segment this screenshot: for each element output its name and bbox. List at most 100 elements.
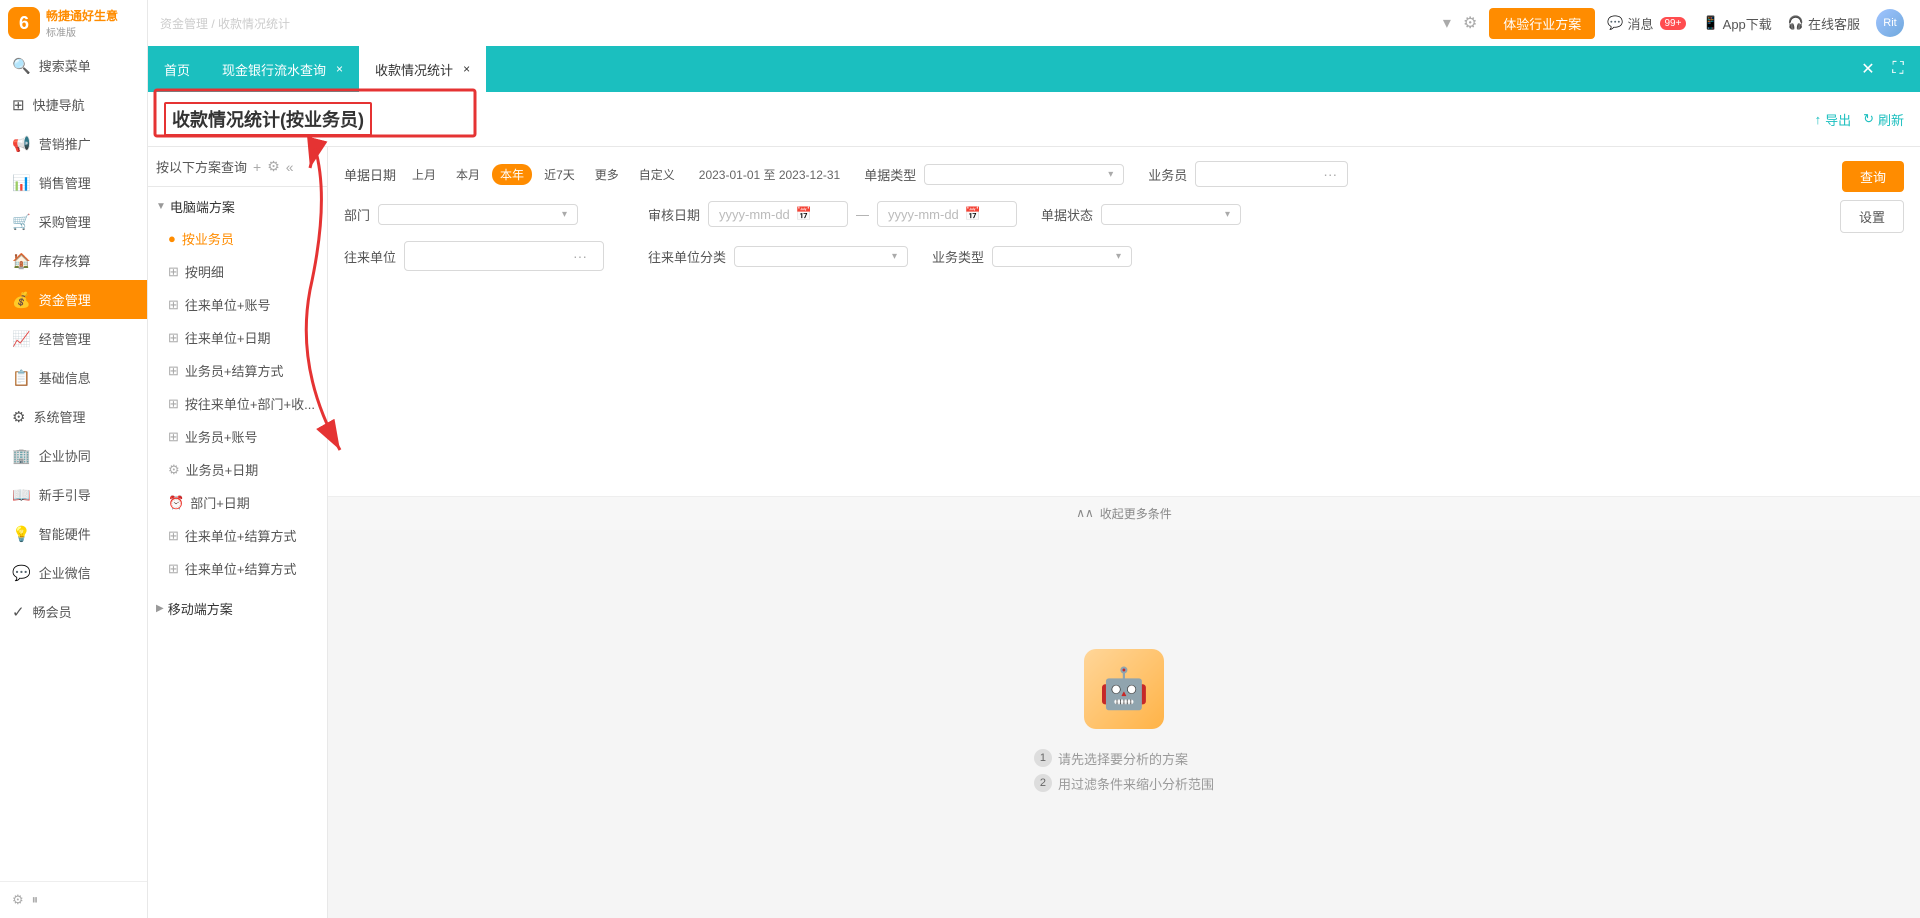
tab-bank-close[interactable]: × (336, 62, 343, 76)
sidebar-item-vip[interactable]: ✓ 畅会员 (0, 592, 147, 631)
date-tab-lastmonth[interactable]: 上月 (404, 164, 444, 185)
logo-icon: 6 (8, 7, 40, 39)
cp-settle1-label: 往来单位+结算方式 (185, 526, 297, 545)
salesman-more-icon[interactable]: ··· (1323, 166, 1337, 182)
online-service-nav[interactable]: 🎧 在线客服 (1788, 14, 1860, 33)
scheme-desktop-group-header[interactable]: ▼ 电脑端方案 (148, 191, 327, 222)
export-label: 导出 (1825, 110, 1851, 129)
sidebar-item-marketing[interactable]: 📢 营销推广 (0, 124, 147, 163)
date-tab-7days[interactable]: 近7天 (536, 164, 583, 185)
settings-bottom-icon[interactable]: ⚙ (12, 892, 24, 908)
scheme-item-cp-dept[interactable]: ⊞ 按往来单位+部门+收... (148, 387, 327, 420)
filter-group-review-date: 审核日期 yyyy-mm-dd 📅 — yyyy-mm-dd (648, 201, 1017, 227)
scheme-item-cp-acct[interactable]: ⊞ 往来单位+账号 (148, 288, 327, 321)
sm-acct-label: 业务员+账号 (185, 427, 258, 446)
scheme-item-cp-settle1[interactable]: ⊞ 往来单位+结算方式 (148, 519, 327, 552)
sidebar-item-finance[interactable]: 💰 资金管理 (0, 280, 147, 319)
edition-badge: 标准版 (46, 24, 118, 39)
sidebar-item-inventory[interactable]: 🏠 库存核算 (0, 241, 147, 280)
sidebar-item-hardware[interactable]: 💡 智能硬件 (0, 514, 147, 553)
sidebar-item-quicknav[interactable]: ⊞ 快捷导航 (0, 85, 147, 124)
tab-collection[interactable]: 收款情况统计 × (359, 46, 486, 92)
scheme-add-btn[interactable]: + (253, 159, 261, 175)
trial-btn[interactable]: 体验行业方案 (1489, 8, 1595, 39)
salesman-scheme-icon: ● (168, 231, 176, 246)
sidebar-item-purchase[interactable]: 🛒 采购管理 (0, 202, 147, 241)
scheme-setting-btn[interactable]: ⚙ (267, 158, 280, 175)
scheme-collapse-btn[interactable]: « (286, 159, 294, 175)
doc-status-select[interactable]: ▾ (1101, 204, 1241, 225)
filter-content: 按以下方案查询 + ⚙ « ▼ 电脑端方案 ● (148, 147, 1920, 918)
nav-settings-icon[interactable]: ⚙ (1463, 13, 1477, 33)
tab-collection-close[interactable]: × (463, 62, 470, 76)
collapse-bar[interactable]: ∧∧ 收起更多条件 (328, 496, 1920, 530)
filter-group-biz-type: 业务类型 ▾ (932, 246, 1132, 267)
counterpart-more-btn[interactable]: ··· (567, 246, 593, 266)
marketing-icon: 📢 (12, 135, 31, 153)
calendar-end-icon: 📅 (965, 206, 981, 222)
date-tab-thisyear[interactable]: 本年 (492, 164, 532, 185)
refresh-btn[interactable]: ↻ 刷新 (1863, 110, 1904, 129)
collapse-sidebar-icon[interactable]: ⏸ (32, 892, 39, 908)
export-icon: ↑ (1815, 112, 1822, 127)
filter-group-salesman: 业务员 ··· (1148, 161, 1348, 187)
sidebar-inventory-label: 库存核算 (39, 251, 91, 270)
sidebar-item-system[interactable]: ⚙ 系统管理 (0, 397, 147, 436)
doc-status-arrow: ▾ (1225, 209, 1230, 220)
biz-type-select[interactable]: ▾ (992, 246, 1132, 267)
message-nav[interactable]: 💬 消息 99+ (1607, 14, 1686, 33)
doctype-select[interactable]: ▾ (924, 164, 1124, 185)
review-date-start[interactable]: yyyy-mm-dd 📅 (708, 201, 848, 227)
scheme-item-sm-settle[interactable]: ⊞ 业务员+结算方式 (148, 354, 327, 387)
tab-home-label: 首页 (164, 60, 190, 79)
tab-close-all-btn[interactable]: ✕ (1854, 55, 1882, 83)
filter-group-doc-status: 单据状态 ▾ (1041, 204, 1241, 225)
review-date-end[interactable]: yyyy-mm-dd 📅 (877, 201, 1017, 227)
message-icon: 💬 (1607, 15, 1623, 31)
tab-expand-btn[interactable]: ⛶ (1884, 55, 1912, 83)
sales-icon: 📊 (12, 174, 31, 192)
cp-category-select[interactable]: ▾ (734, 246, 908, 267)
date-tab-custom[interactable]: 自定义 (631, 164, 683, 185)
scheme-item-dept-date[interactable]: ⏰ 部门+日期 (148, 486, 327, 519)
tab-home[interactable]: 首页 (148, 46, 206, 92)
setting-btn[interactable]: 设置 (1840, 200, 1904, 233)
sidebar-item-search[interactable]: 🔍 搜索菜单 (0, 46, 147, 85)
scheme-item-sm-acct[interactable]: ⊞ 业务员+账号 (148, 420, 327, 453)
scheme-item-sm-date[interactable]: ⚙ 业务员+日期 (148, 453, 327, 486)
app-download-nav[interactable]: 📱 App下载 (1702, 14, 1771, 33)
date-tab-more[interactable]: 更多 (587, 164, 627, 185)
scheme-desktop-group: ▼ 电脑端方案 ● 按业务员 ⊞ 按明细 (148, 187, 327, 589)
wechat-icon: 💬 (12, 564, 31, 582)
salesman-select[interactable]: ··· (1195, 161, 1348, 187)
counterpart-label: 往来单位 (344, 247, 396, 266)
app-wrapper: 6 畅捷通好生意 标准版 资金管理 / 收款情况统计 ▾ ⚙ 体验行业方案 💬 … (0, 0, 1920, 918)
nav-dropdown-icon[interactable]: ▾ (1443, 13, 1451, 33)
date-tab-thismonth[interactable]: 本月 (448, 164, 488, 185)
export-btn[interactable]: ↑ 导出 (1815, 110, 1852, 129)
sm-settle-icon: ⊞ (168, 363, 179, 379)
sidebar-item-wechat[interactable]: 💬 企业微信 (0, 553, 147, 592)
result-area: 🤖 1 请先选择要分析的方案 2 用过滤条件来缩小分析范 (328, 530, 1920, 918)
scheme-item-salesman[interactable]: ● 按业务员 (148, 222, 327, 255)
tip-text-2: 用过滤条件来缩小分析范围 (1058, 774, 1214, 793)
counterpart-select[interactable]: ··· (404, 241, 604, 271)
cp-settle2-label: 往来单位+结算方式 (185, 559, 297, 578)
query-btn[interactable]: 查询 (1842, 161, 1904, 192)
user-avatar[interactable]: Rit (1876, 9, 1904, 37)
cp-settle1-icon: ⊞ (168, 528, 179, 544)
scheme-item-cp-date[interactable]: ⊞ 往来单位+日期 (148, 321, 327, 354)
dept-select[interactable]: ▾ (378, 204, 578, 225)
sidebar-system-label: 系统管理 (33, 407, 85, 426)
tab-bank[interactable]: 现金银行流水查询 × (206, 46, 359, 92)
date-tabs: 上月 本月 本年 近7天 更多 自定义 (404, 164, 683, 185)
sidebar-item-operations[interactable]: 📈 经营管理 (0, 319, 147, 358)
sidebar-item-guide[interactable]: 📖 新手引导 (0, 475, 147, 514)
scheme-item-cp-settle2[interactable]: ⊞ 往来单位+结算方式 (148, 552, 327, 585)
tab-bar-right: ✕ ⛶ (1854, 55, 1920, 83)
sidebar-item-enterprise[interactable]: 🏢 企业协同 (0, 436, 147, 475)
scheme-item-detail[interactable]: ⊞ 按明细 (148, 255, 327, 288)
sidebar-item-basic[interactable]: 📋 基础信息 (0, 358, 147, 397)
scheme-mobile-group-header[interactable]: ▶ 移动端方案 (148, 593, 327, 624)
sidebar-item-sales[interactable]: 📊 销售管理 (0, 163, 147, 202)
